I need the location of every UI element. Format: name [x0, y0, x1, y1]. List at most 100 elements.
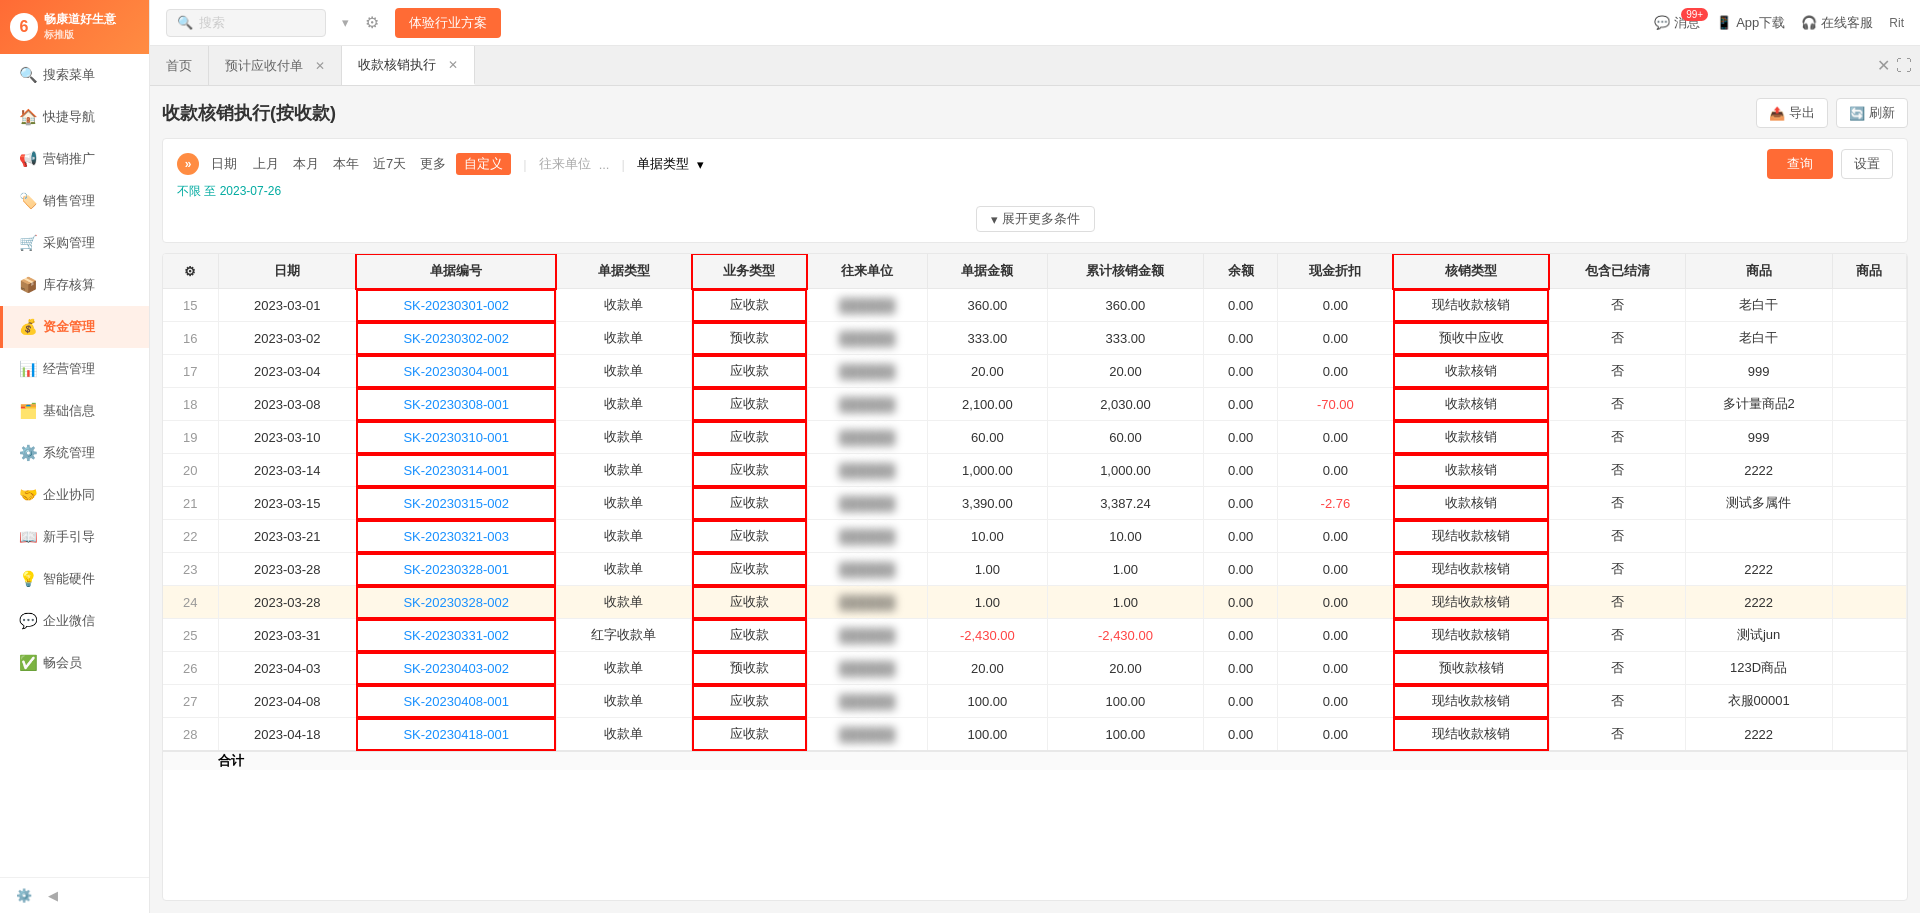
- date-opt-custom[interactable]: 自定义: [456, 153, 511, 175]
- cell-biz-type: 应收款: [692, 718, 807, 752]
- cell-include-settled: 否: [1549, 553, 1685, 586]
- cell-amount: 1.00: [927, 586, 1047, 619]
- sidebar-item-member[interactable]: ✅ 畅会员: [0, 642, 149, 684]
- bill-no-link[interactable]: SK-20230302-002: [403, 331, 509, 346]
- sidebar-item-guide[interactable]: 📖 新手引导: [0, 516, 149, 558]
- expand-conditions-btn[interactable]: ▾ 展开更多条件: [976, 206, 1095, 232]
- cell-date: 2023-03-01: [218, 289, 356, 322]
- sidebar-item-quicknav[interactable]: 🏠 快捷导航: [0, 96, 149, 138]
- messages-badge[interactable]: 💬 消息 99+: [1654, 14, 1700, 32]
- sidebar-item-basic[interactable]: 🗂️ 基础信息: [0, 390, 149, 432]
- sidebar-item-sales[interactable]: 🏷️ 销售管理: [0, 180, 149, 222]
- cell-writeoff-amount: -2,430.00: [1047, 619, 1203, 652]
- sidebar-settings-icon[interactable]: ⚙️: [16, 888, 32, 903]
- table-row: 15 2023-03-01 SK-20230301-002 收款单 应收款 ██…: [163, 289, 1907, 322]
- cell-index: 25: [163, 619, 218, 652]
- bill-no-link[interactable]: SK-20230321-003: [403, 529, 509, 544]
- tab-writeoff[interactable]: 收款核销执行 ✕: [342, 46, 475, 85]
- sidebar-label-basic: 基础信息: [43, 402, 95, 420]
- bill-no-link[interactable]: SK-20230315-002: [403, 496, 509, 511]
- cell-product: 测试jun: [1685, 619, 1832, 652]
- table-container[interactable]: ⚙ 日期 单据编号 单据类型 业务类型 往来单位 单据金额 累计核销金额 余额 …: [163, 254, 1907, 900]
- tab-close-all-icon[interactable]: ✕: [1877, 56, 1890, 75]
- sidebar-item-finance[interactable]: 💰 资金管理: [0, 306, 149, 348]
- bill-no-link[interactable]: SK-20230418-001: [403, 727, 509, 742]
- query-button[interactable]: 查询: [1767, 149, 1833, 179]
- cell-balance: 0.00: [1204, 355, 1278, 388]
- cell-writeoff-amount: 100.00: [1047, 718, 1203, 752]
- table-row: 19 2023-03-10 SK-20230310-001 收款单 应收款 ██…: [163, 421, 1907, 454]
- app-icon: 📱: [1716, 15, 1732, 30]
- sidebar-item-inventory[interactable]: 📦 库存核算: [0, 264, 149, 306]
- app-download-label: App下载: [1736, 14, 1785, 32]
- bill-no-link[interactable]: SK-20230308-001: [403, 397, 509, 412]
- sidebar-label-member: 畅会员: [43, 654, 82, 672]
- user-name[interactable]: Rit: [1889, 16, 1904, 30]
- date-opt-lastmonth[interactable]: 上月: [249, 153, 283, 175]
- cell-writeoff-type: 收款核销: [1393, 487, 1549, 520]
- sidebar-label-purchase: 采购管理: [43, 234, 95, 252]
- cell-date: 2023-03-10: [218, 421, 356, 454]
- export-button[interactable]: 📤 导出: [1756, 98, 1828, 128]
- sidebar-item-wechat[interactable]: 💬 企业微信: [0, 600, 149, 642]
- cell-balance: 0.00: [1204, 586, 1278, 619]
- bill-no-link[interactable]: SK-20230304-001: [403, 364, 509, 379]
- bill-no-link[interactable]: SK-20230301-002: [403, 298, 509, 313]
- cell-product: 老白干: [1685, 289, 1832, 322]
- sales-icon: 🏷️: [19, 192, 35, 210]
- bill-no-link[interactable]: SK-20230331-002: [403, 628, 509, 643]
- tab-maximize-icon[interactable]: ⛶: [1896, 57, 1912, 75]
- cell-balance: 0.00: [1204, 520, 1278, 553]
- refresh-button[interactable]: 🔄 刷新: [1836, 98, 1908, 128]
- cell-partner: ██████: [807, 388, 927, 421]
- tab-receivable[interactable]: 预计应收付单 ✕: [209, 46, 342, 85]
- filter-expand-btn[interactable]: »: [177, 153, 199, 175]
- sidebar-item-hardware[interactable]: 💡 智能硬件: [0, 558, 149, 600]
- date-opt-more[interactable]: 更多: [416, 153, 450, 175]
- cell-writeoff-type: 现结收款核销: [1393, 586, 1549, 619]
- sidebar-label-guide: 新手引导: [43, 528, 95, 546]
- bill-no-link[interactable]: SK-20230328-001: [403, 562, 509, 577]
- bill-no-link[interactable]: SK-20230314-001: [403, 463, 509, 478]
- topbar-search[interactable]: 🔍 搜索: [166, 9, 326, 37]
- topbar-gear-icon[interactable]: ⚙: [365, 13, 379, 32]
- bill-no-link[interactable]: SK-20230310-001: [403, 430, 509, 445]
- date-opt-thisyear[interactable]: 本年: [329, 153, 363, 175]
- cell-writeoff-amount: 1.00: [1047, 586, 1203, 619]
- cell-product2: [1832, 487, 1906, 520]
- sidebar-item-enterprise[interactable]: 🤝 企业协同: [0, 474, 149, 516]
- settings-button[interactable]: 设置: [1841, 149, 1893, 179]
- cell-partner: ██████: [807, 454, 927, 487]
- cell-partner: ██████: [807, 652, 927, 685]
- sidebar-item-system[interactable]: ⚙️ 系统管理: [0, 432, 149, 474]
- date-opt-7days[interactable]: 近7天: [369, 153, 410, 175]
- bill-no-link[interactable]: SK-20230403-002: [403, 661, 509, 676]
- bill-no-link[interactable]: SK-20230328-002: [403, 595, 509, 610]
- cell-include-settled: 否: [1549, 421, 1685, 454]
- home-icon: 🏠: [19, 108, 35, 126]
- cell-date: 2023-03-21: [218, 520, 356, 553]
- table-row: 17 2023-03-04 SK-20230304-001 收款单 应收款 ██…: [163, 355, 1907, 388]
- sidebar-nav: 🔍 搜索菜单 🏠 快捷导航 📢 营销推广 🏷️ 销售管理 🛒 采购管理 📦 库存…: [0, 54, 149, 877]
- industry-btn[interactable]: 体验行业方案: [395, 8, 501, 38]
- sidebar-label-finance: 资金管理: [43, 318, 95, 336]
- tab-writeoff-close[interactable]: ✕: [448, 58, 458, 72]
- cell-discount: 0.00: [1278, 685, 1393, 718]
- sidebar-collapse-icon[interactable]: ◀: [48, 888, 58, 903]
- cell-date: 2023-03-15: [218, 487, 356, 520]
- sidebar-item-marketing[interactable]: 📢 营销推广: [0, 138, 149, 180]
- doc-type-chevron[interactable]: ▾: [697, 157, 704, 172]
- sidebar-item-purchase[interactable]: 🛒 采购管理: [0, 222, 149, 264]
- sidebar-item-operations[interactable]: 📊 经营管理: [0, 348, 149, 390]
- cell-partner: ██████: [807, 289, 927, 322]
- operations-icon: 📊: [19, 360, 35, 378]
- date-opt-thismonth[interactable]: 本月: [289, 153, 323, 175]
- sidebar-item-search[interactable]: 🔍 搜索菜单: [0, 54, 149, 96]
- cell-product: 衣服00001: [1685, 685, 1832, 718]
- tab-receivable-close[interactable]: ✕: [315, 59, 325, 73]
- bill-no-link[interactable]: SK-20230408-001: [403, 694, 509, 709]
- topbar-chevron-icon[interactable]: ▾: [342, 15, 349, 30]
- tab-home[interactable]: 首页: [150, 46, 209, 85]
- app-download[interactable]: 📱 App下载: [1716, 14, 1785, 32]
- customer-service[interactable]: 🎧 在线客服: [1801, 14, 1873, 32]
